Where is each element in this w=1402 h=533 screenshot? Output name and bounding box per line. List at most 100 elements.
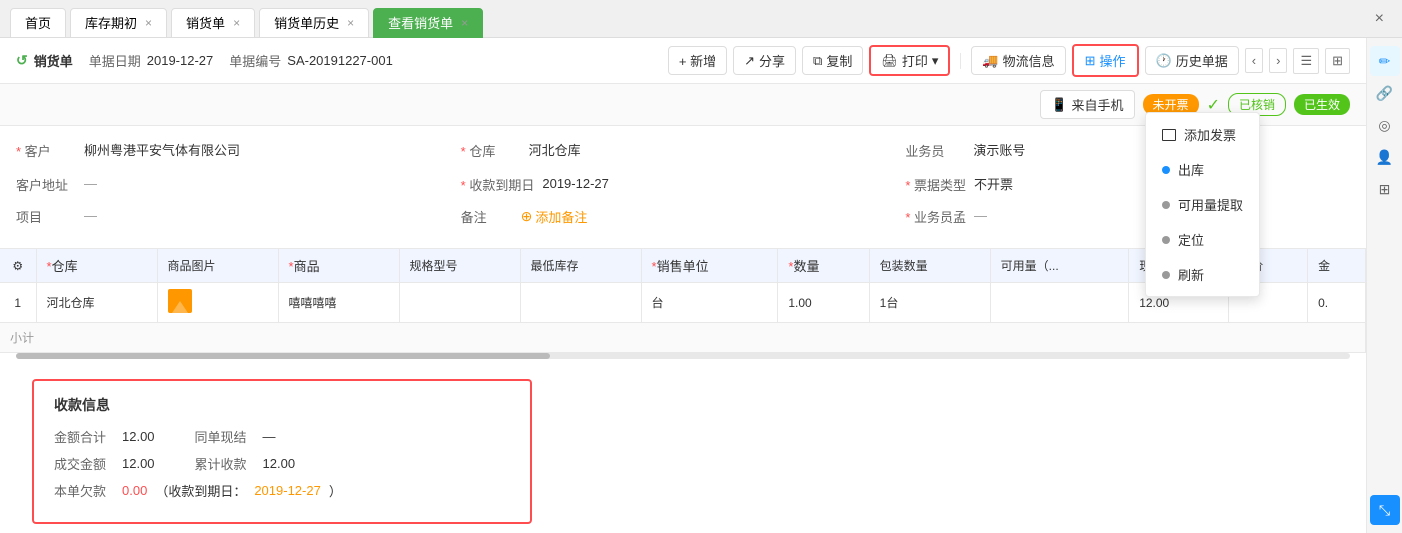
row-product: 嘻嘻嘻嘻 (278, 283, 399, 323)
total-amount-label: 金额合计 (54, 427, 114, 446)
share-icon: ↗ (744, 53, 755, 69)
cumulative-item: 累计收款 12.00 (195, 454, 296, 473)
print-button[interactable]: 🖨 打印 ▾ (869, 45, 950, 76)
ticket-type-value: 不开票 (966, 172, 1106, 196)
row-pack-qty: 1台 (869, 283, 990, 323)
sidebar-circle-icon[interactable]: ◎ (1370, 110, 1400, 140)
ops-highlight-box: ⊞ 操作 (1072, 44, 1139, 77)
tab-home[interactable]: 首页 (10, 8, 66, 38)
doc-title: ↺ 销货单 (16, 51, 73, 70)
right-sidebar: ✏ 🔗 ◎ 👤 ⊞ ⤡ (1366, 38, 1402, 533)
tab-inventory-init[interactable]: 库存期初 × (70, 8, 167, 38)
tab-view-sales-close[interactable]: × (461, 16, 468, 30)
row-amount: 0. (1308, 283, 1366, 323)
tab-sales-order-close[interactable]: × (233, 16, 240, 30)
view-grid-button[interactable]: ⊞ (1325, 48, 1350, 74)
tab-inventory-init-close[interactable]: × (145, 16, 152, 30)
salesperson2-value: — (966, 206, 1106, 226)
memo-add-button[interactable]: ⊕ 添加备注 (521, 207, 588, 226)
settlement-value: — (263, 429, 276, 444)
row-product-img (157, 283, 278, 323)
due-suffix2: ） (329, 481, 342, 500)
col-gear: ⚙ (0, 249, 36, 283)
ticket-type-label: 票据类型 (905, 175, 966, 194)
tab-sales-order[interactable]: 销货单 × (171, 8, 255, 38)
transaction-item: 成交金额 12.00 (54, 454, 155, 473)
history-button[interactable]: 🕐 历史单据 (1145, 46, 1239, 75)
menu-item-locate[interactable]: 定位 (1146, 222, 1259, 257)
col-pack-qty: 包装数量 (869, 249, 990, 283)
menu-item-available-qty[interactable]: 可用量提取 (1146, 187, 1259, 222)
doc-no-field: 单据编号 SA-20191227-001 (229, 51, 393, 70)
tab-sales-history[interactable]: 销货单历史 × (259, 8, 369, 38)
menu-item-outbound[interactable]: 出库 (1146, 152, 1259, 187)
share-button[interactable]: ↗ 分享 (733, 46, 796, 75)
payment-date-field: 收款到期日 2019-12-27 (461, 174, 906, 194)
total-amount-item: 金额合计 12.00 (54, 427, 155, 446)
doc-no-label: 单据编号 (229, 51, 281, 70)
phone-button[interactable]: 📱 来自手机 (1040, 90, 1134, 119)
payment-info-box: 收款信息 金额合计 12.00 同单现结 — 成交金额 12.00 (32, 379, 532, 524)
subtotal-row: 小计 (0, 323, 1366, 353)
memo-field: 备注 ⊕ 添加备注 (461, 207, 906, 226)
payment-row-2: 成交金额 12.00 累计收款 12.00 (54, 454, 510, 473)
ops-button[interactable]: ⊞ 操作 (1075, 47, 1136, 74)
due-label: 本单欠款 (54, 481, 114, 500)
transaction-label: 成交金额 (54, 454, 114, 473)
horizontal-scrollbar[interactable] (16, 353, 1350, 359)
payment-row-1: 金额合计 12.00 同单现结 — (54, 427, 510, 446)
content-area: ↺ 销货单 单据日期 2019-12-27 单据编号 SA-20191227-0… (0, 38, 1366, 533)
customer-field: 客户 柳州粤港平安气体有限公司 (16, 138, 461, 162)
ticket-type-field: 票据类型 不开票 (905, 172, 1350, 196)
warehouse-value: 河北仓库 (521, 138, 661, 162)
effective-badge: 已生效 (1294, 94, 1350, 115)
doc-type-label: 销货单 (34, 51, 73, 70)
cumulative-label: 累计收款 (195, 454, 255, 473)
due-suffix: （收款到期日： (155, 481, 246, 500)
col-amount: 金 (1308, 249, 1366, 283)
copy-button[interactable]: ⧉ 复制 (802, 46, 863, 75)
salesperson-field: 业务员 演示账号 (905, 138, 1350, 162)
project-field: 项目 — (16, 206, 461, 226)
nav-prev-button[interactable]: ‹ (1245, 48, 1263, 73)
payment-date-label: 收款到期日 (461, 175, 535, 194)
main-container: ↺ 销货单 单据日期 2019-12-27 单据编号 SA-20191227-0… (0, 38, 1402, 533)
phone-icon: 📱 (1051, 97, 1067, 113)
nav-next-button[interactable]: › (1269, 48, 1287, 73)
payment-title: 收款信息 (54, 395, 510, 415)
row-available-qty (990, 283, 1129, 323)
doc-date-field: 单据日期 2019-12-27 (89, 51, 214, 70)
view-list-button[interactable]: ☰ (1293, 48, 1319, 74)
menu-item-add-invoice[interactable]: 添加发票 (1146, 117, 1259, 152)
new-button[interactable]: + 新增 (668, 46, 727, 75)
total-amount-value: 12.00 (122, 429, 155, 444)
payment-section-wrapper: 收款信息 金额合计 12.00 同单现结 — 成交金额 12.00 (0, 359, 1366, 533)
memo-label: 备注 (461, 207, 521, 226)
tab-sales-history-close[interactable]: × (347, 16, 354, 30)
sidebar-person-icon[interactable]: 👤 (1370, 142, 1400, 172)
row-warehouse: 河北仓库 (36, 283, 157, 323)
sidebar-link-icon[interactable]: 🔗 (1370, 78, 1400, 108)
due-date: 2019-12-27 (254, 483, 321, 498)
locate-icon (1162, 236, 1170, 244)
col-product: *商品 (278, 249, 399, 283)
row-num: 1 (0, 283, 36, 323)
sidebar-grid-icon[interactable]: ⊞ (1370, 174, 1400, 204)
print-dropdown-icon: ▾ (932, 53, 939, 69)
row-min-stock (520, 283, 641, 323)
toolbar-right: + 新增 ↗ 分享 ⧉ 复制 🖨 打印 ▾ 🚚 物流信 (668, 44, 1350, 77)
due-value: 0.00 (122, 483, 147, 498)
sidebar-expand-icon[interactable]: ⤡ (1370, 495, 1400, 525)
sidebar-edit-icon[interactable]: ✏ (1370, 46, 1400, 76)
menu-item-refresh[interactable]: 刷新 (1146, 257, 1259, 292)
address-field: 客户地址 — (16, 174, 461, 194)
col-available-qty: 可用量（... (990, 249, 1129, 283)
refresh-icon (1162, 271, 1170, 279)
salesperson-value: 演示账号 (965, 138, 1105, 162)
logistics-button[interactable]: 🚚 物流信息 (971, 46, 1065, 75)
salesperson-label: 业务员 (905, 141, 965, 160)
tab-view-sales[interactable]: 查看销货单 × (373, 8, 483, 38)
project-value: — (76, 206, 216, 226)
ops-icon: ⊞ (1085, 53, 1096, 69)
window-close-button[interactable]: × (1367, 6, 1392, 32)
